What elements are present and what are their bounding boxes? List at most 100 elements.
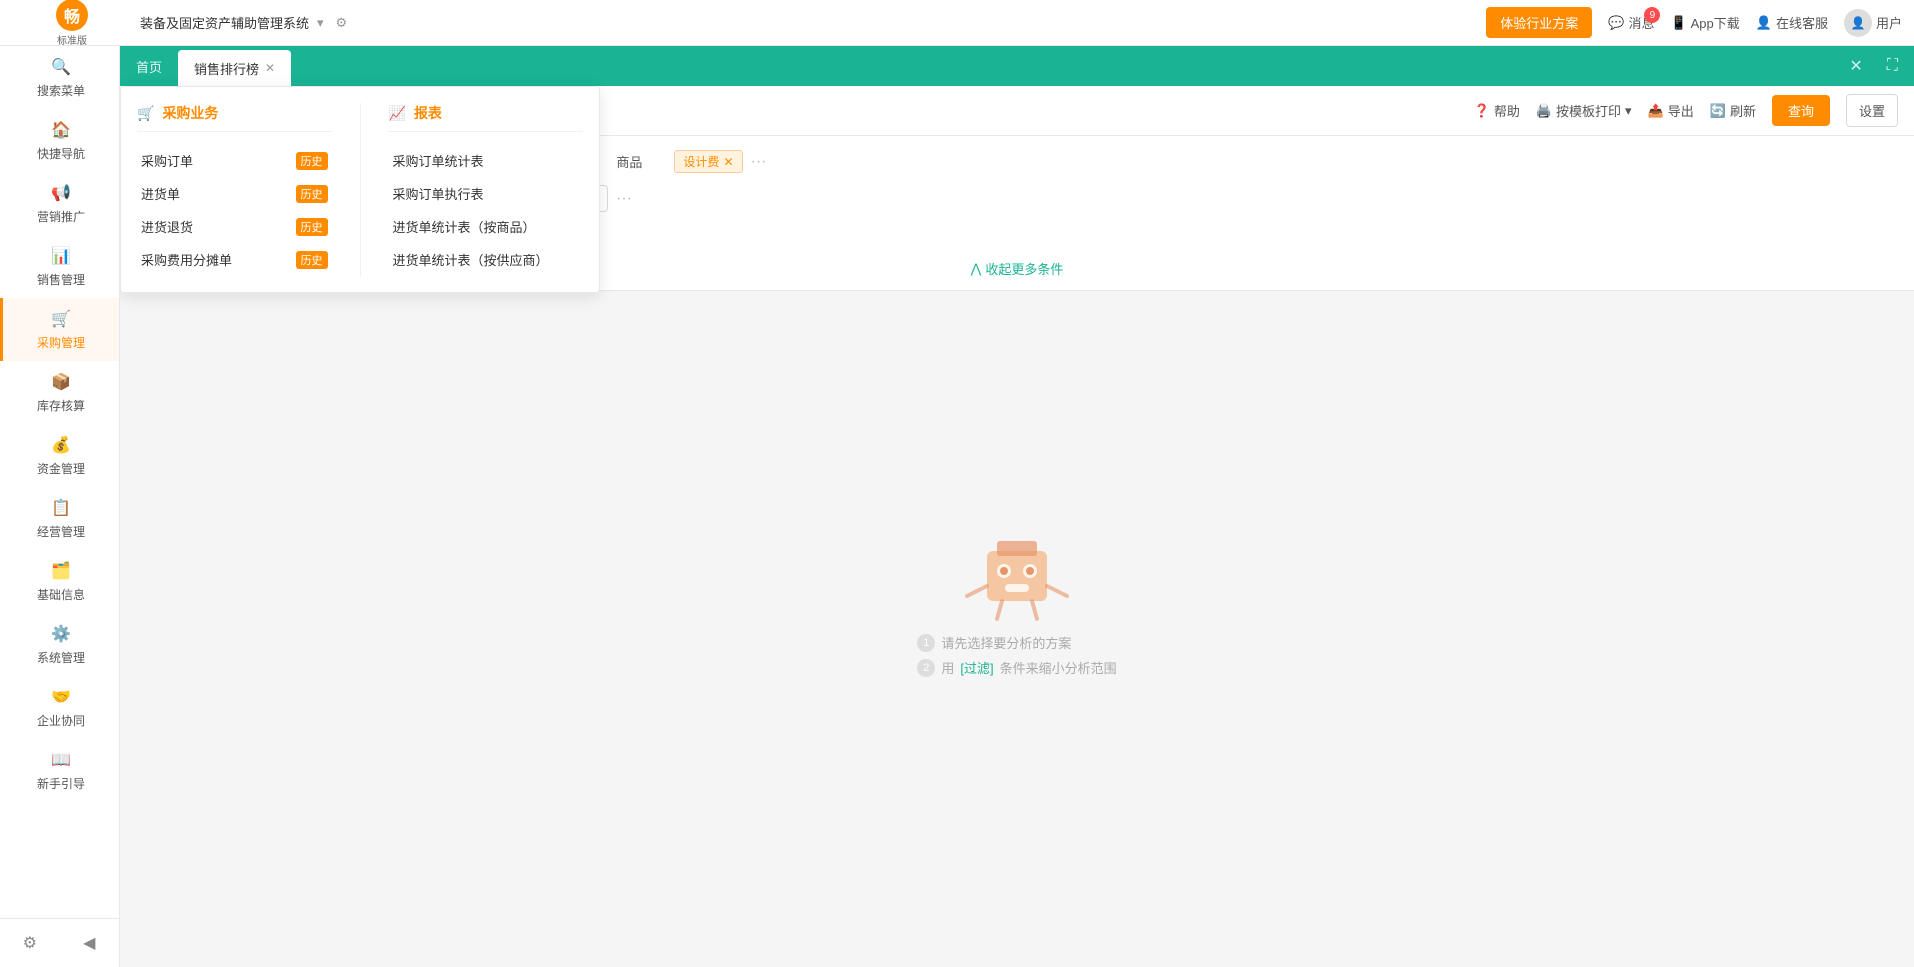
online-service-item[interactable]: 👤 在线客服 [1756,13,1828,32]
content-area: 首页 销售排行榜 ✕ 🛒 采购业务 采购订单 历史 [120,46,1914,967]
purchase-dropdown-menu: 🛒 采购业务 采购订单 历史 进货单 历史 进货退货 历史 [120,86,600,293]
sidebar-item-inventory[interactable]: 📦 库存核算 [0,361,119,424]
phone-icon: 📱 [1670,15,1686,31]
hist-badge-receipt: 历史 [296,185,328,203]
finance-icon: 💰 [50,434,72,456]
hint1-text: 请先选择要分析的方案 [941,633,1071,652]
sidebar-settings-btn[interactable]: ⚙ [14,927,46,959]
tab-sales-rank[interactable]: 销售排行榜 ✕ [178,50,291,86]
help-btn[interactable]: ❓ 帮助 [1474,101,1520,120]
sidebar-quick-nav-label: 快捷导航 [37,145,85,162]
purchase-ops-title: 🛒 采购业务 [137,103,332,132]
sidebar-item-sales[interactable]: 📊 销售管理 [0,235,119,298]
goods-label: 商品 [616,152,666,171]
sidebar: 🔍 搜索菜单 🏠 快捷导航 📢 营销推广 📊 销售管理 🛒 采购管理 📦 库存核… [0,46,120,967]
hist-badge-return: 历史 [296,218,328,236]
purchase-icon: 🛒 [50,308,72,330]
logo-symbol: 畅 [64,3,80,27]
sidebar-guide-label: 新手引导 [37,775,85,792]
sidebar-item-enterprise[interactable]: 🤝 企业协同 [0,676,119,739]
purchase-ops-icon: 🛒 [137,105,154,122]
menu-purchase-expense[interactable]: 采购费用分摊单 历史 [137,243,332,276]
sidebar-item-purchase[interactable]: 🛒 采购管理 [0,298,119,361]
menu-purchase-return[interactable]: 进货退货 历史 [137,210,332,243]
sidebar-purchase-label: 采购管理 [37,334,85,351]
menu-purchase-order[interactable]: 采购订单 历史 [137,144,332,177]
collapse-btn[interactable]: ⋀ 收起更多条件 [971,259,1064,278]
hint2-post: 条件来缩小分析范围 [1000,658,1117,677]
menu-receipt-stats-supplier[interactable]: 进货单统计表（按供应商） [389,243,584,276]
sidebar-item-marketing[interactable]: 📢 营销推广 [0,172,119,235]
refresh-btn[interactable]: 🔄 刷新 [1710,101,1756,120]
system-icon: ⚙️ [50,623,72,645]
logo-icon: 畅 [56,0,88,31]
goods-tag-close[interactable]: ✕ [723,155,733,169]
sidebar-collapse-btn[interactable]: ◀ [73,927,105,959]
sidebar-search-label: 搜索菜单 [37,82,85,99]
print-btn[interactable]: 🖨️ 按模板打印 ▾ [1536,101,1632,120]
receipt-stats-goods-label: 进货单统计表（按商品） [393,217,536,236]
app-download-item[interactable]: 📱 App下载 [1670,13,1739,32]
goods-filter: 商品 设计费 ✕ ··· [616,150,766,173]
hist-badge-expense: 历史 [296,251,328,269]
tab-home-label: 首页 [136,57,162,76]
app-download-label: App下载 [1691,13,1740,32]
avatar-icon: 👤 [1851,16,1866,30]
home-icon: 🏠 [50,119,72,141]
purchase-order-exec-label: 采购订单执行表 [393,184,484,203]
export-btn[interactable]: 📤 导出 [1648,101,1694,120]
export-label: 导出 [1668,101,1694,120]
sidebar-item-operations[interactable]: 📋 经营管理 [0,487,119,550]
sidebar-item-finance[interactable]: 💰 资金管理 [0,424,119,487]
print-icon: 🖨️ [1536,103,1552,119]
menu-purchase-order-stats[interactable]: 采购订单统计表 [389,144,584,177]
purchase-receipt-label: 进货单 [141,184,180,203]
report-col: 📈 报表 采购订单统计表 采购订单执行表 进货单统计表（按商品） 进货单统计表（… [389,103,584,276]
header-right: 💬 消息 9 📱 App下载 👤 在线客服 👤 用户 [1608,9,1902,37]
online-service-label: 在线客服 [1776,13,1828,32]
sidebar-item-quick-nav[interactable]: 🏠 快捷导航 [0,109,119,172]
service-icon: 👤 [1756,15,1772,31]
empty-illustration [957,521,1077,621]
goods-tag: 设计费 ✕ [674,150,742,173]
sidebar-item-system[interactable]: ⚙️ 系统管理 [0,613,119,676]
tab-bar-right: ✕ ⛶ [1841,56,1914,76]
step-num-2: 2 [917,659,935,677]
sidebar-item-basic-info[interactable]: 🗂️ 基础信息 [0,550,119,613]
tab-close-icon[interactable]: ✕ [265,61,275,75]
help-icon: ❓ [1474,103,1490,119]
purchase-expense-label: 采购费用分摊单 [141,250,232,269]
system-dropdown-icon[interactable]: ▾ [317,15,324,31]
notification-item[interactable]: 💬 消息 9 [1608,13,1654,32]
menu-purchase-order-exec[interactable]: 采购订单执行表 [389,177,584,210]
menu-receipt-stats-goods[interactable]: 进货单统计表（按商品） [389,210,584,243]
sidebar-item-guide[interactable]: 📖 新手引导 [0,739,119,802]
goods-ellipsis: ··· [751,153,767,171]
query-button[interactable]: 查询 [1772,95,1830,126]
help-label: 帮助 [1494,101,1520,120]
refresh-icon: 🔄 [1710,103,1726,119]
user-label: 用户 [1876,13,1902,32]
print-label: 按模板打印 [1556,101,1621,120]
print-dropdown-icon: ▾ [1625,103,1632,119]
sidebar-item-search[interactable]: 🔍 搜索菜单 [0,46,119,109]
menu-purchase-receipt[interactable]: 进货单 历史 [137,177,332,210]
menu-divider [360,103,361,276]
tab-bar: 首页 销售排行榜 ✕ 🛒 采购业务 采购订单 历史 [120,46,1914,86]
tab-bar-expand[interactable]: ⛶ [1879,57,1906,75]
guide-icon: 📖 [50,749,72,771]
tab-sales-rank-label: 销售排行榜 [194,59,259,78]
sidebar-sales-label: 销售管理 [37,271,85,288]
system-settings-icon[interactable]: ⚙ [336,15,348,31]
notification-badge: 9 [1644,7,1660,23]
settings-button[interactable]: 设置 [1846,94,1898,127]
tab-bar-close-all[interactable]: ✕ [1841,56,1870,76]
trial-button[interactable]: 体验行业方案 [1486,7,1592,38]
tab-home[interactable]: 首页 [120,46,178,86]
empty-hint-1: 1 请先选择要分析的方案 [917,633,1071,652]
hist-badge-purchase-order: 历史 [296,152,328,170]
empty-hint-2: 2 用 [过滤] 条件来缩小分析范围 [917,658,1116,677]
step-num-1: 1 [917,634,935,652]
receipt-stats-supplier-label: 进货单统计表（按供应商） [393,250,549,269]
user-item[interactable]: 👤 用户 [1844,9,1902,37]
